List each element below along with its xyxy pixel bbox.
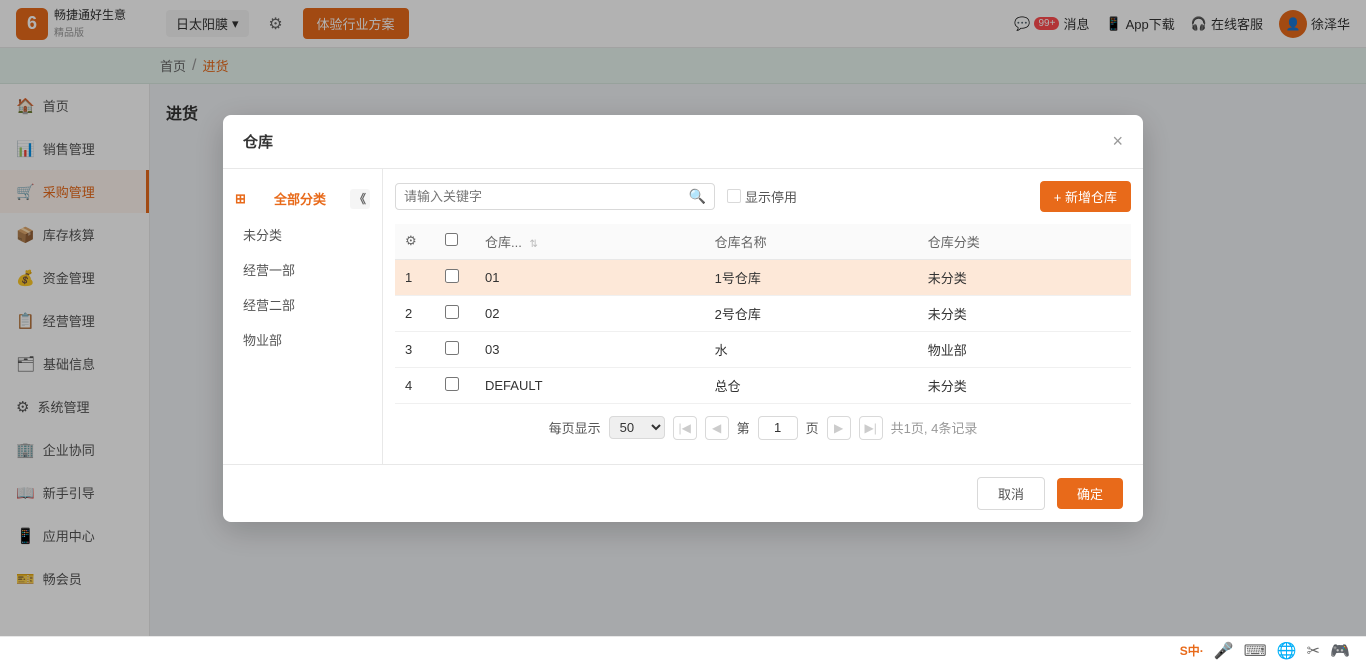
cell-name: 1号仓库 [705, 259, 918, 295]
category-label-0: 未分类 [243, 228, 282, 243]
next-page-button[interactable]: ▶ [827, 416, 851, 440]
page-number-input[interactable] [758, 416, 798, 440]
add-warehouse-button[interactable]: + 新增仓库 [1040, 181, 1131, 212]
modal-overlay: 仓库 × ⊞ 全部分类 《 未分类 经营一部 经营二部 [0, 0, 1366, 636]
per-page-label: 每页显示 [549, 418, 601, 437]
cell-num: 1 [395, 259, 435, 295]
pagination: 每页显示 50 100 200 |◀ ◀ 第 页 ▶ ▶| 共1页, 4条记录 [395, 404, 1131, 452]
select-all-checkbox[interactable] [445, 233, 458, 246]
sort-code-icon[interactable]: ⇅ [529, 239, 537, 250]
cell-checkbox[interactable] [435, 367, 475, 403]
table-scroll-area: ⚙ 仓库... ⇅ 仓库名称 [395, 224, 1131, 404]
cell-checkbox[interactable] [435, 295, 475, 331]
modal-body: ⊞ 全部分类 《 未分类 经营一部 经营二部 物业部 [223, 169, 1143, 464]
modal-close-button[interactable]: × [1112, 131, 1123, 152]
th-name-label: 仓库名称 [715, 235, 767, 250]
scissors-icon[interactable]: ✂ [1307, 641, 1320, 661]
th-code-label: 仓库... [485, 235, 522, 250]
th-settings: ⚙ [395, 224, 435, 260]
modal-header: 仓库 × [223, 115, 1143, 169]
modal-title: 仓库 [243, 131, 273, 152]
search-box: 🔍 [395, 183, 715, 210]
cell-checkbox[interactable] [435, 259, 475, 295]
category-panel: ⊞ 全部分类 《 未分类 经营一部 经营二部 物业部 [223, 169, 383, 464]
page-label: 第 [737, 418, 750, 437]
warehouse-table: ⚙ 仓库... ⇅ 仓库名称 [395, 224, 1131, 404]
total-text: 共1页, 4条记录 [891, 418, 978, 437]
th-name: 仓库名称 [705, 224, 918, 260]
category-label-1: 经营一部 [243, 263, 295, 278]
cell-category: 未分类 [918, 259, 1131, 295]
th-checkbox [435, 224, 475, 260]
th-category: 仓库分类 [918, 224, 1131, 260]
show-disabled-label: 显示停用 [745, 187, 797, 206]
mic-icon[interactable]: 🎤 [1214, 641, 1234, 661]
table-row[interactable]: 2 02 2号仓库 未分类 [395, 295, 1131, 331]
keyboard-icon[interactable]: ⌨ [1244, 641, 1267, 661]
cell-category: 物业部 [918, 331, 1131, 367]
show-disabled-toggle[interactable]: 显示停用 [727, 187, 797, 206]
category-item-operation2[interactable]: 经营二部 [223, 287, 382, 322]
bottom-bar: S中· 🎤 ⌨ 🌐 ✂ 🎮 [0, 636, 1366, 664]
cell-code: 01 [475, 259, 705, 295]
category-label-3: 物业部 [243, 333, 282, 348]
page-suffix: 页 [806, 418, 819, 437]
th-settings-icon[interactable]: ⚙ [405, 233, 417, 248]
table-row[interactable]: 4 DEFAULT 总仓 未分类 [395, 367, 1131, 403]
modal-footer: 取消 确定 [223, 464, 1143, 522]
table-panel: 🔍 显示停用 + 新增仓库 ⚙ [383, 169, 1143, 464]
cell-category: 未分类 [918, 367, 1131, 403]
cell-name: 总仓 [705, 367, 918, 403]
all-category-button[interactable]: ⊞ 全部分类 《 [223, 181, 382, 217]
cell-num: 3 [395, 331, 435, 367]
cell-code: 03 [475, 331, 705, 367]
table-toolbar: 🔍 显示停用 + 新增仓库 [395, 181, 1131, 212]
th-category-label: 仓库分类 [928, 235, 980, 250]
cell-name: 水 [705, 331, 918, 367]
cell-num: 2 [395, 295, 435, 331]
per-page-select[interactable]: 50 100 200 [609, 416, 665, 439]
category-item-operation1[interactable]: 经营一部 [223, 252, 382, 287]
bottom-brand: S中· [1180, 642, 1204, 659]
warehouse-modal: 仓库 × ⊞ 全部分类 《 未分类 经营一部 经营二部 [223, 115, 1143, 522]
cancel-button[interactable]: 取消 [977, 477, 1045, 510]
cell-name: 2号仓库 [705, 295, 918, 331]
cell-code: DEFAULT [475, 367, 705, 403]
grid-icon: ⊞ [235, 191, 246, 207]
show-disabled-checkbox[interactable] [727, 189, 741, 203]
category-item-property[interactable]: 物业部 [223, 322, 382, 357]
confirm-button[interactable]: 确定 [1057, 478, 1123, 509]
table-row[interactable]: 3 03 水 物业部 [395, 331, 1131, 367]
search-icon[interactable]: 🔍 [689, 188, 706, 205]
cell-num: 4 [395, 367, 435, 403]
last-page-button[interactable]: ▶| [859, 416, 883, 440]
category-item-unclassified[interactable]: 未分类 [223, 217, 382, 252]
cell-code: 02 [475, 295, 705, 331]
cell-checkbox[interactable] [435, 331, 475, 367]
th-code: 仓库... ⇅ [475, 224, 705, 260]
table-header-row: ⚙ 仓库... ⇅ 仓库名称 [395, 224, 1131, 260]
first-page-button[interactable]: |◀ [673, 416, 697, 440]
prev-page-button[interactable]: ◀ [705, 416, 729, 440]
search-input[interactable] [404, 189, 689, 204]
collapse-panel-button[interactable]: 《 [350, 189, 370, 209]
table-row[interactable]: 1 01 1号仓库 未分类 [395, 259, 1131, 295]
gamepad-icon[interactable]: 🎮 [1330, 641, 1350, 661]
category-label-2: 经营二部 [243, 298, 295, 313]
language-icon[interactable]: 🌐 [1277, 641, 1297, 661]
cell-category: 未分类 [918, 295, 1131, 331]
all-category-label: 全部分类 [274, 189, 326, 208]
